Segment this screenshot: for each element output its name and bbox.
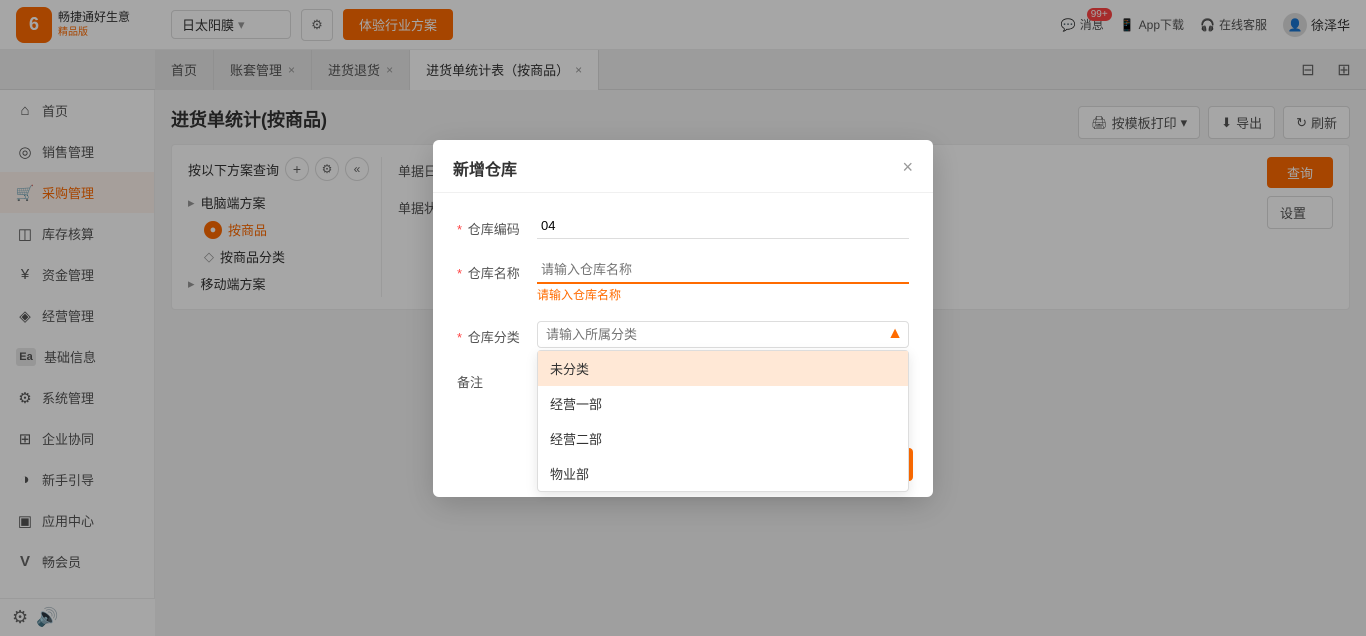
dropdown-item-dept1[interactable]: 经营一部 bbox=[538, 386, 908, 421]
dropdown-item-uncategorized[interactable]: 未分类 bbox=[538, 351, 908, 386]
warehouse-name-field: * 仓库名称 请输入仓库名称 bbox=[457, 257, 909, 303]
warehouse-code-field: * 仓库编码 bbox=[457, 213, 909, 239]
modal-overlay: 新增仓库 × * 仓库编码 * 仓库名称 bbox=[0, 0, 1366, 636]
category-input-wrapper: ▲ 未分类 经营一部 经营二部 物业部 bbox=[537, 321, 909, 348]
warehouse-name-error: 请输入仓库名称 bbox=[537, 286, 909, 303]
new-warehouse-modal: 新增仓库 × * 仓库编码 * 仓库名称 bbox=[433, 140, 933, 497]
modal-close-button[interactable]: × bbox=[902, 157, 913, 178]
warehouse-code-input[interactable] bbox=[537, 213, 909, 239]
warehouse-name-input-box: 请输入仓库名称 bbox=[537, 257, 909, 303]
warehouse-code-label: * 仓库编码 bbox=[457, 213, 537, 238]
category-dropdown: 未分类 经营一部 经营二部 物业部 bbox=[537, 350, 909, 492]
dropdown-item-dept2[interactable]: 经营二部 bbox=[538, 421, 908, 456]
warehouse-category-input[interactable] bbox=[537, 321, 909, 348]
warehouse-category-field: * 仓库分类 ▲ 未分类 经营一部 经营二部 物业部 bbox=[457, 321, 909, 348]
remark-label: 备注 bbox=[457, 366, 537, 391]
modal-body: * 仓库编码 * 仓库名称 请输入仓库名称 bbox=[433, 193, 933, 436]
warehouse-name-label: * 仓库名称 bbox=[457, 257, 537, 282]
warehouse-category-label: * 仓库分类 bbox=[457, 321, 537, 346]
warehouse-name-input[interactable] bbox=[537, 257, 909, 284]
category-toggle-icon[interactable]: ▲ bbox=[887, 325, 903, 343]
modal-title: 新增仓库 bbox=[453, 156, 517, 180]
dropdown-item-dept3[interactable]: 物业部 bbox=[538, 456, 908, 491]
modal-header: 新增仓库 × bbox=[433, 140, 933, 193]
